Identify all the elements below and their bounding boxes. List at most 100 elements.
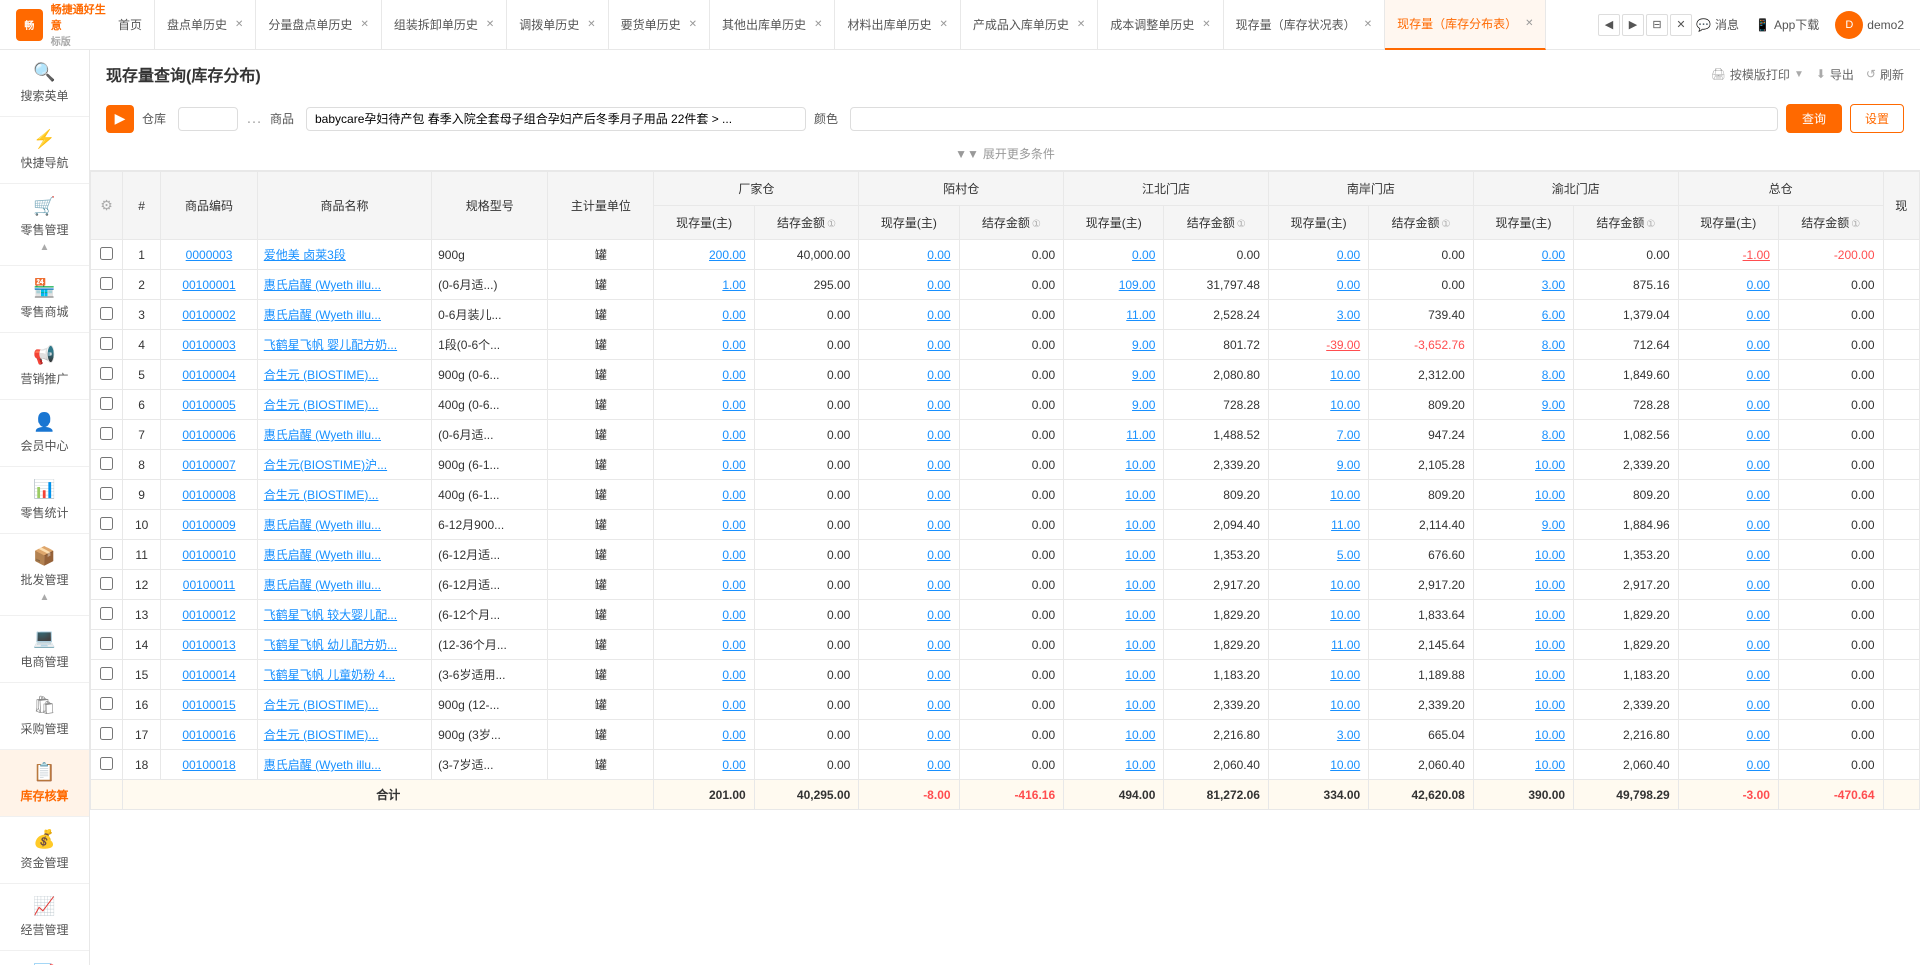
cell-cj-qty[interactable]: 0.00 (654, 690, 754, 720)
sidebar-item-retail_mgmt[interactable]: 🛒 零售管理 ▲ (0, 184, 89, 266)
cell-name[interactable]: 合生元 (BIOSTIME)... (257, 720, 431, 750)
cell-tot-qty[interactable]: 0.00 (1678, 330, 1778, 360)
cell-cj-qty[interactable]: 0.00 (654, 720, 754, 750)
sidebar-item-retail_store[interactable]: 🏪 零售商城 (0, 266, 89, 333)
cell-cj-qty[interactable]: 0.00 (654, 450, 754, 480)
cell-cj-qty[interactable]: 200.00 (654, 240, 754, 270)
cell-yb-qty[interactable]: 0.00 (1473, 240, 1573, 270)
cell-cj-qty[interactable]: 0.00 (654, 360, 754, 390)
color-input[interactable] (850, 107, 1778, 131)
cell-jb-qty[interactable]: 11.00 (1064, 300, 1164, 330)
cell-code[interactable]: 00100007 (161, 450, 257, 480)
cell-code[interactable]: 00100003 (161, 330, 257, 360)
row-checkbox[interactable] (100, 577, 113, 590)
cell-tot-qty[interactable]: 0.00 (1678, 360, 1778, 390)
cell-na-qty[interactable]: 11.00 (1268, 630, 1368, 660)
cell-code[interactable]: 00100014 (161, 660, 257, 690)
cell-name[interactable]: 合生元 (BIOSTIME)... (257, 360, 431, 390)
row-checkbox[interactable] (100, 757, 113, 770)
cell-mu-qty[interactable]: 0.00 (859, 330, 959, 360)
tab-close-icon[interactable]: ✕ (235, 19, 243, 30)
cell-checkbox[interactable] (91, 720, 123, 750)
sidebar-item-ecom[interactable]: 💻 电商管理 (0, 616, 89, 683)
cell-code[interactable]: 00100002 (161, 300, 257, 330)
cell-code[interactable]: 00100018 (161, 750, 257, 780)
cell-checkbox[interactable] (91, 750, 123, 780)
cell-name[interactable]: 飞鹤星飞帆 较大婴儿配... (257, 600, 431, 630)
cell-name[interactable]: 惠氏启醒 (Wyeth illu... (257, 300, 431, 330)
cell-tot-qty[interactable]: 0.00 (1678, 480, 1778, 510)
cell-na-qty[interactable]: 10.00 (1268, 750, 1368, 780)
row-checkbox[interactable] (100, 277, 113, 290)
cell-na-qty[interactable]: 7.00 (1268, 420, 1368, 450)
cell-name[interactable]: 惠氏启醒 (Wyeth illu... (257, 570, 431, 600)
cell-tot-qty[interactable]: 0.00 (1678, 390, 1778, 420)
cell-cj-qty[interactable]: 0.00 (654, 300, 754, 330)
cell-code[interactable]: 00100005 (161, 390, 257, 420)
sidebar-item-finance[interactable]: 💰 资金管理 (0, 817, 89, 884)
cell-jb-qty[interactable]: 10.00 (1064, 450, 1164, 480)
cell-code[interactable]: 00100011 (161, 570, 257, 600)
cell-checkbox[interactable] (91, 660, 123, 690)
cell-yb-qty[interactable]: 8.00 (1473, 360, 1573, 390)
cell-na-qty[interactable]: 0.00 (1268, 270, 1368, 300)
cell-jb-qty[interactable]: 10.00 (1064, 630, 1164, 660)
cell-jb-qty[interactable]: 109.00 (1064, 270, 1164, 300)
expand-more-btn[interactable]: ▼▼ 展开更多条件 (955, 145, 1055, 162)
cell-jb-qty[interactable]: 10.00 (1064, 750, 1164, 780)
tab-next-btn[interactable]: ▶ (1622, 14, 1644, 36)
cell-cj-qty[interactable]: 0.00 (654, 480, 754, 510)
cell-tot-qty[interactable]: 0.00 (1678, 420, 1778, 450)
sidebar-item-inventory[interactable]: 📋 库存核算 (0, 750, 89, 817)
cell-mu-qty[interactable]: 0.00 (859, 750, 959, 780)
cell-na-qty[interactable]: 10.00 (1268, 360, 1368, 390)
cell-name[interactable]: 合生元 (BIOSTIME)... (257, 690, 431, 720)
cell-cj-qty[interactable]: 1.00 (654, 270, 754, 300)
row-checkbox[interactable] (100, 427, 113, 440)
cell-yb-qty[interactable]: 9.00 (1473, 510, 1573, 540)
cell-mu-qty[interactable]: 0.00 (859, 570, 959, 600)
cell-checkbox[interactable] (91, 540, 123, 570)
cell-jb-qty[interactable]: 10.00 (1064, 600, 1164, 630)
cell-tot-qty[interactable]: 0.00 (1678, 660, 1778, 690)
sidebar-item-basic[interactable]: 📝 基础信息 (0, 951, 89, 965)
tab-assembly[interactable]: 组装拆卸单历史✕ (382, 0, 507, 50)
cell-code[interactable]: 00100012 (161, 600, 257, 630)
cell-code[interactable]: 00100016 (161, 720, 257, 750)
tab-other_out[interactable]: 其他出库单历史✕ (710, 0, 835, 50)
sidebar-item-marketing[interactable]: 📢 营销推广 (0, 333, 89, 400)
tab-close-icon[interactable]: ✕ (689, 19, 697, 30)
cell-code[interactable]: 00100001 (161, 270, 257, 300)
cell-checkbox[interactable] (91, 510, 123, 540)
sidebar-item-retail_stats[interactable]: 📊 零售统计 (0, 467, 89, 534)
cell-jb-qty[interactable]: 10.00 (1064, 690, 1164, 720)
cell-yb-qty[interactable]: 8.00 (1473, 330, 1573, 360)
tab-requisition[interactable]: 要货单历史✕ (609, 0, 710, 50)
cell-tot-qty[interactable]: 0.00 (1678, 690, 1778, 720)
sidebar-item-ops[interactable]: 📈 经营管理 (0, 884, 89, 951)
cell-name[interactable]: 合生元 (BIOSTIME)... (257, 480, 431, 510)
cell-na-qty[interactable]: 10.00 (1268, 690, 1368, 720)
cell-name[interactable]: 爱他美 卤莱3段 (257, 240, 431, 270)
cell-mu-qty[interactable]: 0.00 (859, 510, 959, 540)
tab-close-icon[interactable]: ✕ (360, 19, 368, 30)
tab-product_in[interactable]: 产成品入库单历史✕ (961, 0, 1098, 50)
row-checkbox[interactable] (100, 457, 113, 470)
product-input[interactable] (306, 107, 806, 131)
cell-jb-qty[interactable]: 9.00 (1064, 330, 1164, 360)
tab-close-icon[interactable]: ✕ (1202, 19, 1210, 30)
cell-na-qty[interactable]: 3.00 (1268, 720, 1368, 750)
cell-jb-qty[interactable]: 9.00 (1064, 360, 1164, 390)
cell-code[interactable]: 00100004 (161, 360, 257, 390)
cell-mu-qty[interactable]: 0.00 (859, 300, 959, 330)
tab-collapse-btn[interactable]: ⊟ (1646, 14, 1668, 36)
cell-cj-qty[interactable]: 0.00 (654, 570, 754, 600)
sidebar-item-purchase[interactable]: 🛍 采购管理 (0, 683, 89, 750)
cell-name[interactable]: 合生元 (BIOSTIME)... (257, 390, 431, 420)
cell-tot-qty[interactable]: 0.00 (1678, 300, 1778, 330)
cell-jb-qty[interactable]: 10.00 (1064, 480, 1164, 510)
cell-jb-qty[interactable]: 10.00 (1064, 660, 1164, 690)
cell-jb-qty[interactable]: 11.00 (1064, 420, 1164, 450)
print-btn[interactable]: 🖨 按模版打印 ▼ (1711, 66, 1804, 83)
tab-close-icon[interactable]: ✕ (1077, 19, 1085, 30)
